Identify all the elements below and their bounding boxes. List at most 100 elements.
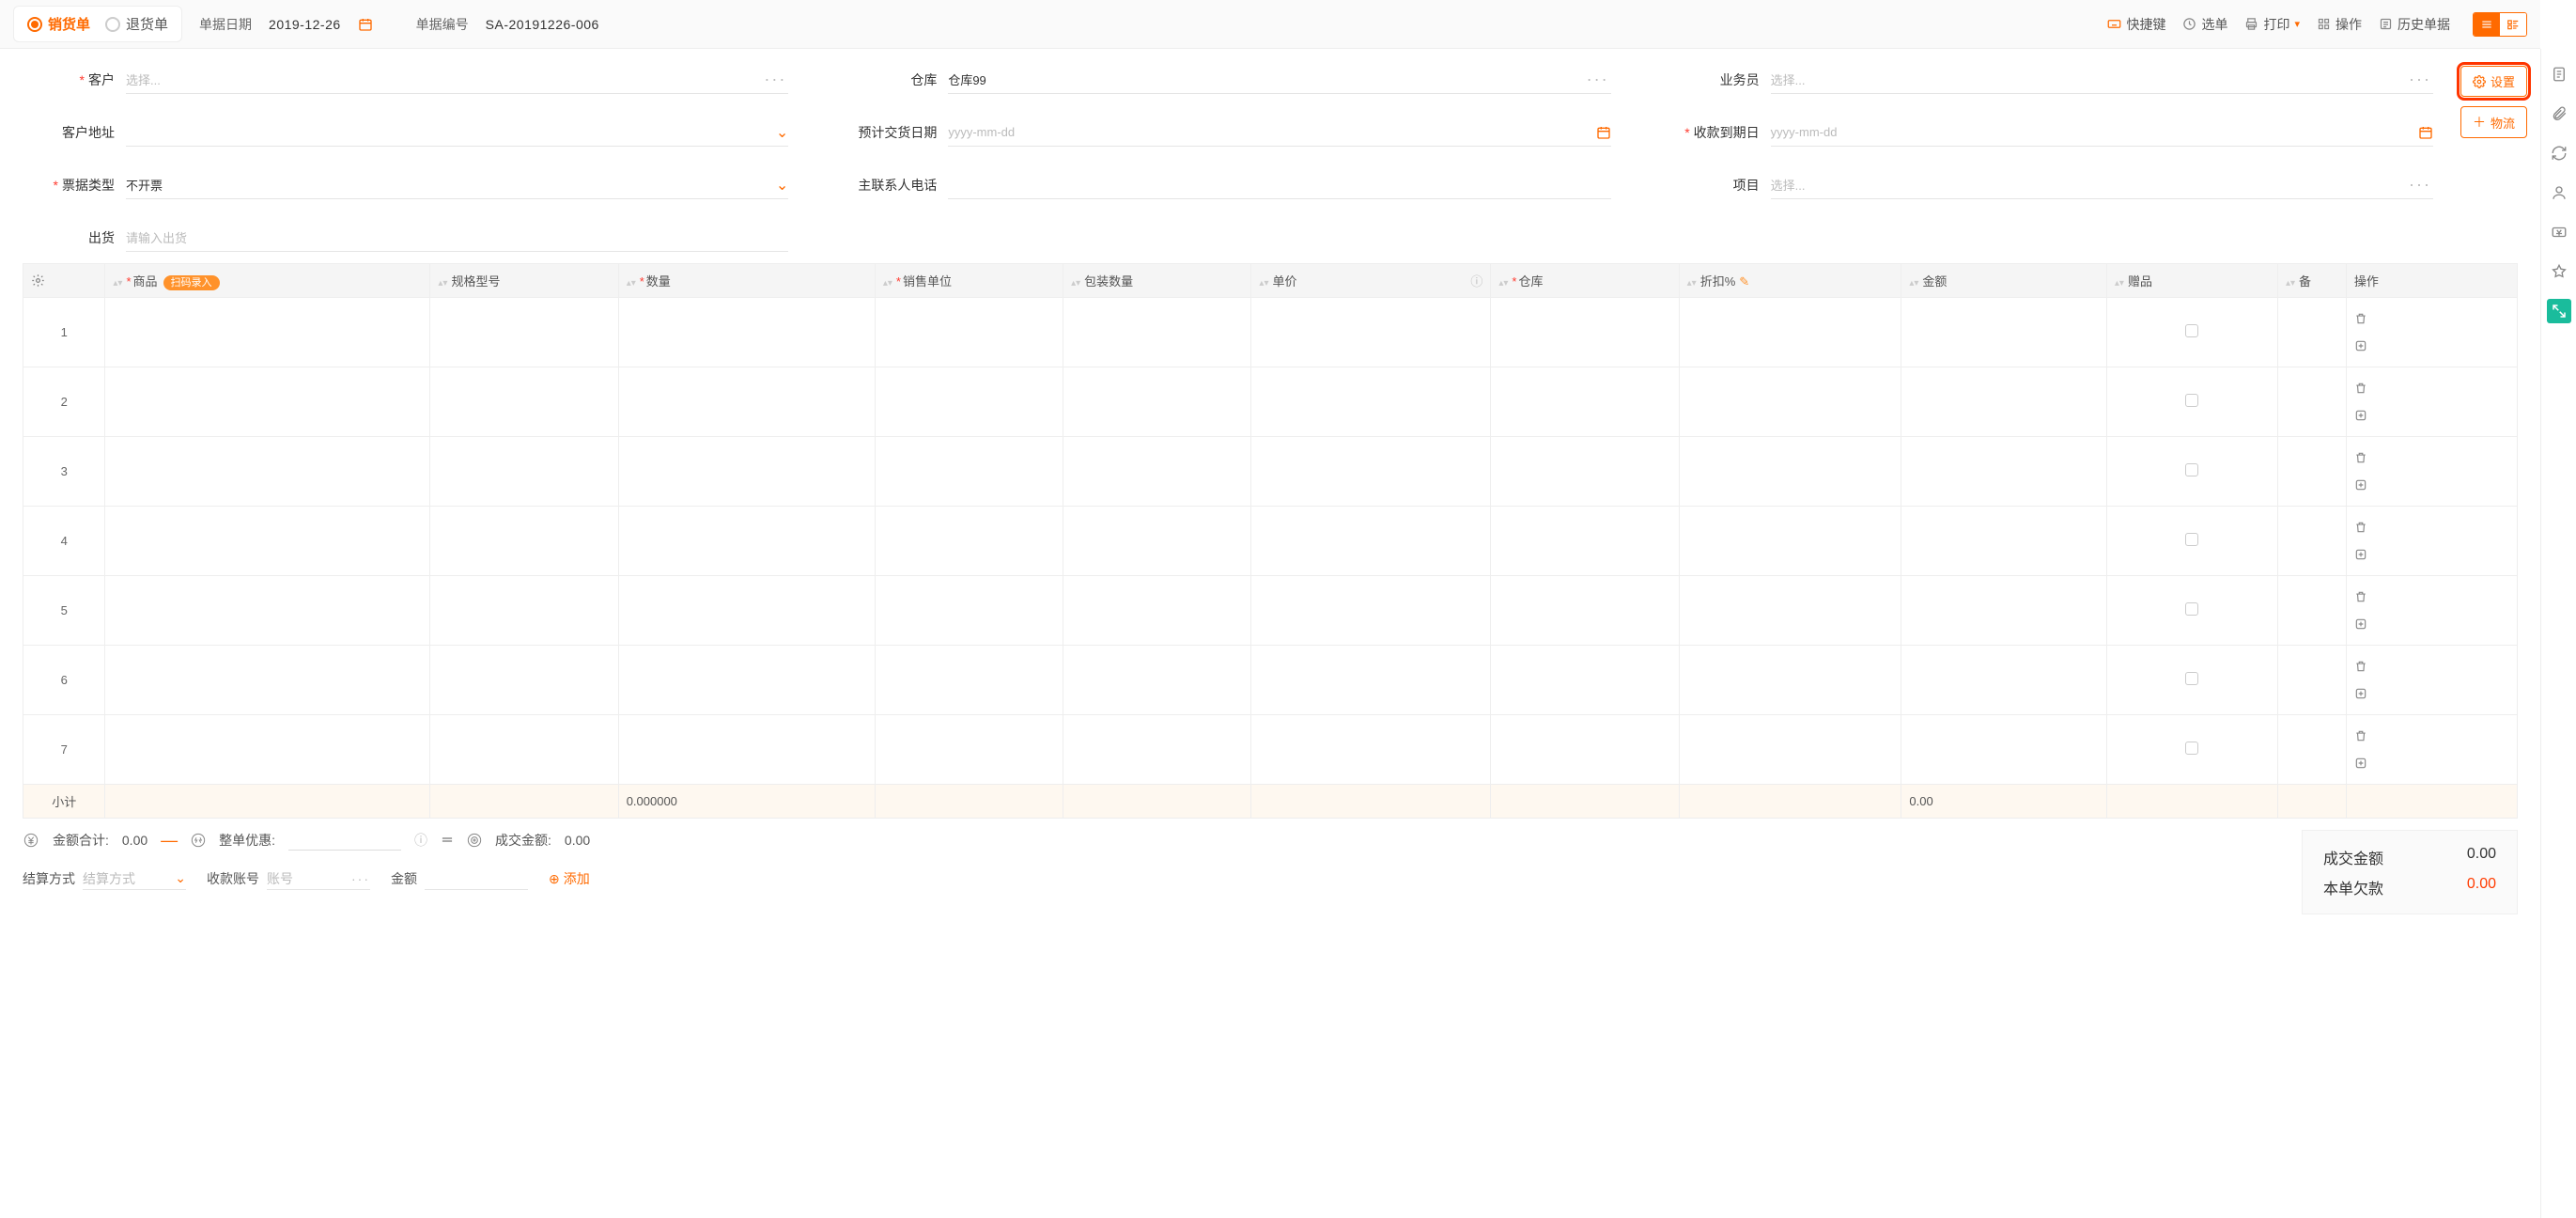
cell-unit[interactable] bbox=[875, 507, 1063, 576]
view-detail-icon[interactable] bbox=[2500, 13, 2526, 36]
cell-pack[interactable] bbox=[1063, 646, 1251, 715]
cell-wh[interactable] bbox=[1491, 507, 1679, 576]
cell-gift[interactable] bbox=[2106, 646, 2277, 715]
cell-gift[interactable] bbox=[2106, 576, 2277, 646]
table-row[interactable]: 5 bbox=[23, 576, 2518, 646]
cell-qty[interactable] bbox=[618, 646, 875, 715]
attachment-icon[interactable] bbox=[2547, 102, 2571, 126]
checkbox-icon[interactable] bbox=[2185, 672, 2198, 685]
cell-wh[interactable] bbox=[1491, 437, 1679, 507]
cell-discount[interactable] bbox=[1679, 437, 1901, 507]
user-icon[interactable] bbox=[2547, 180, 2571, 205]
cell-gift[interactable] bbox=[2106, 507, 2277, 576]
checkbox-icon[interactable] bbox=[2185, 602, 2198, 616]
col-discount[interactable]: ▴▾折扣%✎ bbox=[1679, 264, 1901, 298]
col-wh[interactable]: ▴▾*仓库 bbox=[1491, 264, 1679, 298]
scan-badge[interactable]: 扫码录入 bbox=[163, 275, 220, 290]
cell-note[interactable] bbox=[2277, 576, 2346, 646]
col-spec[interactable]: ▴▾规格型号 bbox=[430, 264, 618, 298]
cell-qty[interactable] bbox=[618, 298, 875, 367]
cell-price[interactable] bbox=[1251, 367, 1491, 437]
table-row[interactable]: 2 bbox=[23, 367, 2518, 437]
cell-discount[interactable] bbox=[1679, 576, 1901, 646]
cell-discount[interactable] bbox=[1679, 646, 1901, 715]
cell-unit[interactable] bbox=[875, 298, 1063, 367]
delete-row-icon[interactable] bbox=[2354, 312, 2509, 325]
cell-spec[interactable] bbox=[430, 576, 618, 646]
cell-spec[interactable] bbox=[430, 298, 618, 367]
chevron-down-icon[interactable]: ⌄ bbox=[776, 176, 788, 195]
cell-product[interactable] bbox=[105, 576, 430, 646]
cell-spec[interactable] bbox=[430, 437, 618, 507]
cell-pack[interactable] bbox=[1063, 298, 1251, 367]
calendar-icon[interactable] bbox=[358, 17, 373, 32]
cell-amount[interactable] bbox=[1901, 367, 2107, 437]
col-product[interactable]: ▴▾*商品扫码录入 bbox=[105, 264, 430, 298]
cell-spec[interactable] bbox=[430, 367, 618, 437]
gear-column[interactable] bbox=[23, 264, 105, 298]
table-row[interactable]: 7 bbox=[23, 715, 2518, 785]
cell-unit[interactable] bbox=[875, 715, 1063, 785]
add-row-icon[interactable] bbox=[2354, 339, 2509, 352]
cell-qty[interactable] bbox=[618, 367, 875, 437]
col-price[interactable]: ▴▾单价ⓘ bbox=[1251, 264, 1491, 298]
cell-qty[interactable] bbox=[618, 507, 875, 576]
cell-amount[interactable] bbox=[1901, 576, 2107, 646]
checkbox-icon[interactable] bbox=[2185, 533, 2198, 546]
col-qty[interactable]: ▴▾*数量 bbox=[618, 264, 875, 298]
cell-gift[interactable] bbox=[2106, 367, 2277, 437]
cell-product[interactable] bbox=[105, 507, 430, 576]
logistics-button[interactable]: ＋ 物流 bbox=[2460, 106, 2527, 138]
address-select[interactable]: ⌄ bbox=[126, 118, 788, 147]
col-amount[interactable]: ▴▾金额 bbox=[1901, 264, 2107, 298]
pick-button[interactable]: 选单 bbox=[2182, 15, 2227, 34]
cell-pack[interactable] bbox=[1063, 437, 1251, 507]
cell-note[interactable] bbox=[2277, 715, 2346, 785]
settle-select[interactable]: 结算方式⌄ bbox=[83, 867, 186, 890]
delete-row-icon[interactable] bbox=[2354, 590, 2509, 603]
cell-wh[interactable] bbox=[1491, 367, 1679, 437]
cell-qty[interactable] bbox=[618, 437, 875, 507]
salesman-select[interactable]: 选择...··· bbox=[1771, 66, 2433, 94]
checkbox-icon[interactable] bbox=[2185, 463, 2198, 476]
cell-pack[interactable] bbox=[1063, 367, 1251, 437]
cell-pack[interactable] bbox=[1063, 507, 1251, 576]
expand-icon[interactable] bbox=[2547, 299, 2571, 323]
cell-qty[interactable] bbox=[618, 576, 875, 646]
checkbox-icon[interactable] bbox=[2185, 394, 2198, 407]
cell-discount[interactable] bbox=[1679, 715, 1901, 785]
cell-unit[interactable] bbox=[875, 437, 1063, 507]
col-note[interactable]: ▴▾备 bbox=[2277, 264, 2346, 298]
cell-discount[interactable] bbox=[1679, 507, 1901, 576]
table-row[interactable]: 4 bbox=[23, 507, 2518, 576]
table-row[interactable]: 6 bbox=[23, 646, 2518, 715]
col-pack[interactable]: ▴▾包装数量 bbox=[1063, 264, 1251, 298]
chevron-down-icon[interactable]: ⌄ bbox=[776, 123, 788, 142]
currency-icon[interactable] bbox=[2547, 220, 2571, 244]
cell-qty[interactable] bbox=[618, 715, 875, 785]
cell-price[interactable] bbox=[1251, 576, 1491, 646]
cell-unit[interactable] bbox=[875, 576, 1063, 646]
cell-product[interactable] bbox=[105, 367, 430, 437]
more-icon[interactable]: ··· bbox=[764, 70, 786, 89]
view-list-icon[interactable] bbox=[2474, 13, 2500, 36]
cell-note[interactable] bbox=[2277, 437, 2346, 507]
cell-price[interactable] bbox=[1251, 437, 1491, 507]
cell-spec[interactable] bbox=[430, 507, 618, 576]
delete-row-icon[interactable] bbox=[2354, 382, 2509, 395]
customer-select[interactable]: 选择...··· bbox=[126, 66, 788, 94]
radio-return-order[interactable]: 退货单 bbox=[105, 14, 168, 34]
cell-gift[interactable] bbox=[2106, 715, 2277, 785]
cell-amount[interactable] bbox=[1901, 298, 2107, 367]
delivery-date-input[interactable]: yyyy-mm-dd bbox=[948, 118, 1610, 147]
cell-price[interactable] bbox=[1251, 298, 1491, 367]
add-row-icon[interactable] bbox=[2354, 478, 2509, 492]
delete-row-icon[interactable] bbox=[2354, 521, 2509, 534]
cell-wh[interactable] bbox=[1491, 298, 1679, 367]
date-value[interactable]: 2019-12-26 bbox=[269, 17, 341, 32]
cell-price[interactable] bbox=[1251, 715, 1491, 785]
add-row-icon[interactable] bbox=[2354, 617, 2509, 631]
calendar-icon[interactable] bbox=[1596, 125, 1611, 140]
add-payment-button[interactable]: ⊕ 添加 bbox=[549, 869, 590, 888]
cell-wh[interactable] bbox=[1491, 715, 1679, 785]
